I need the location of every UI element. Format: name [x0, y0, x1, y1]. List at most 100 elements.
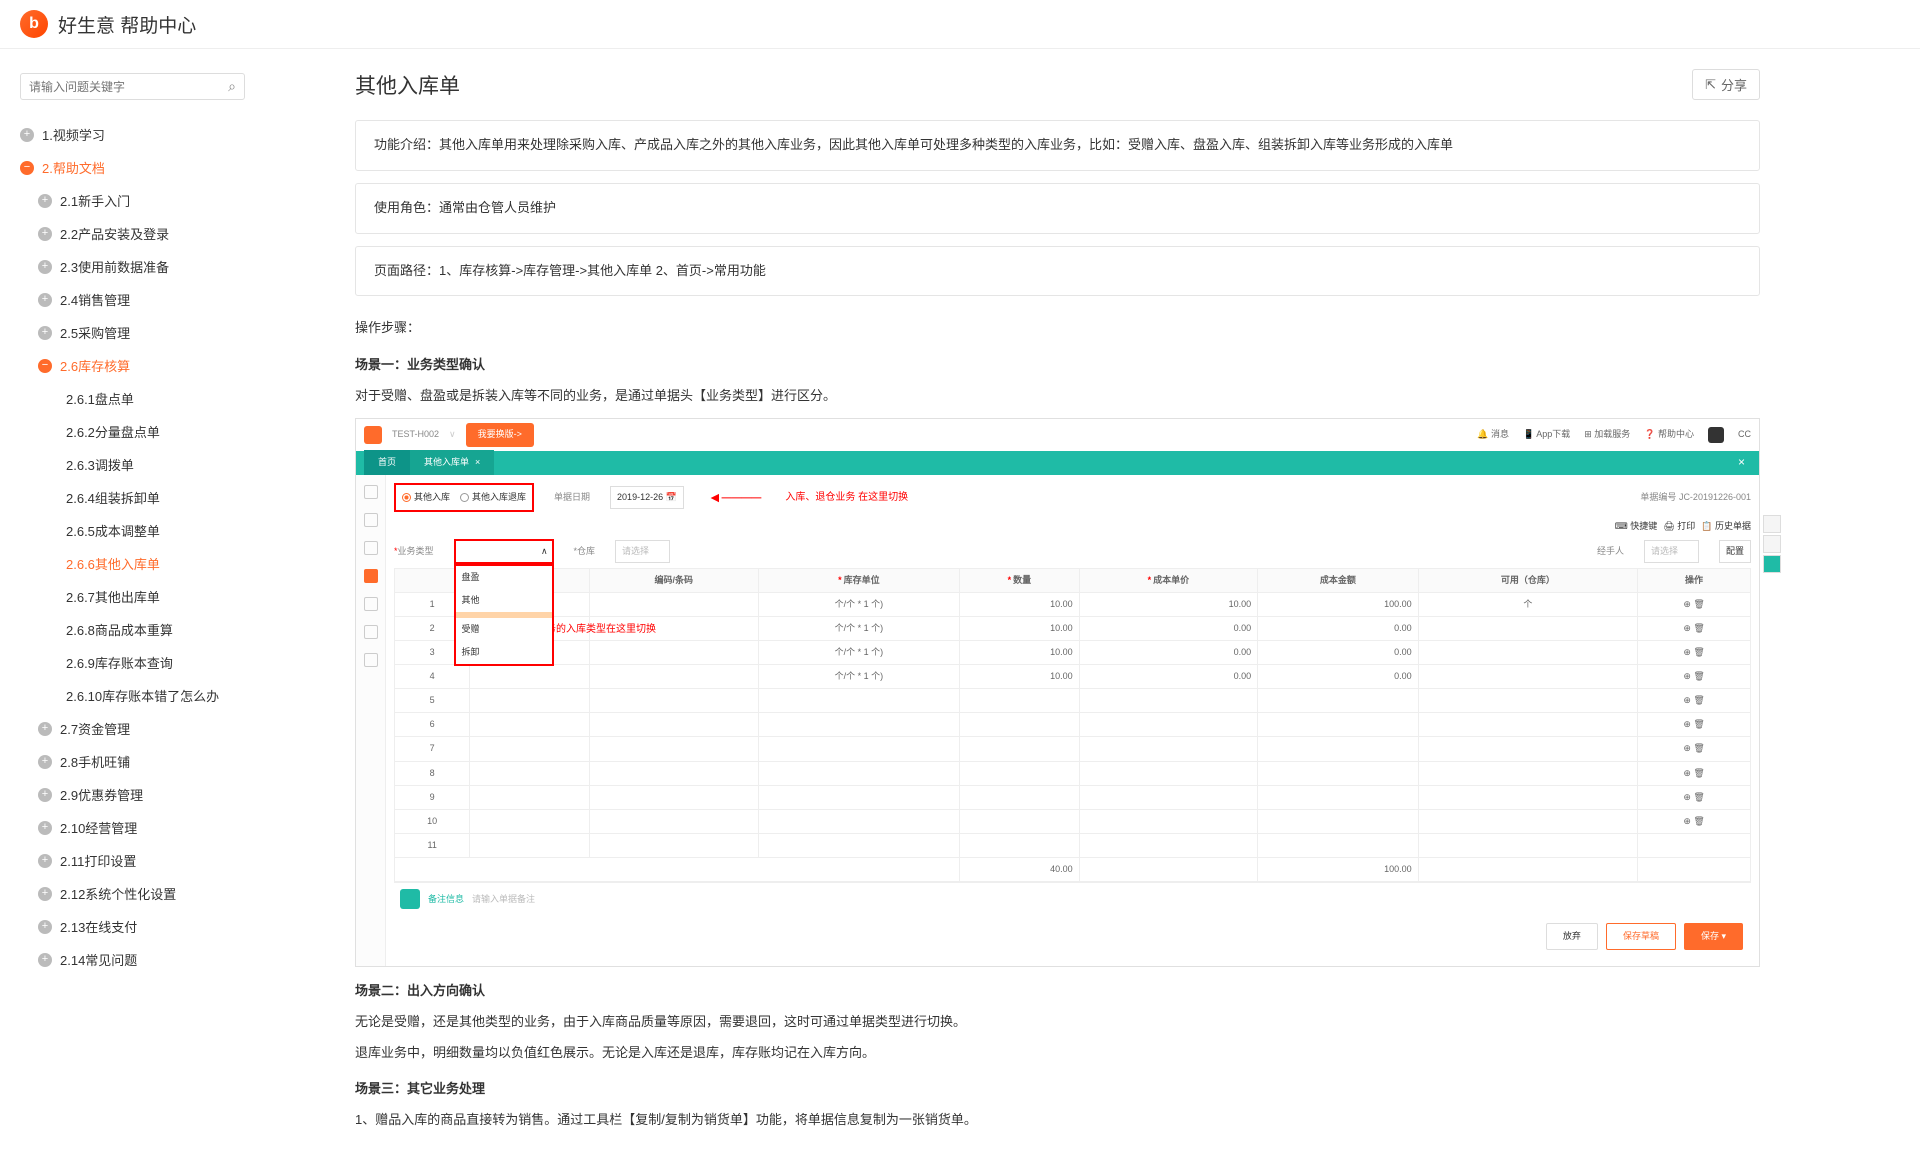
nav-2-4[interactable]: +2.4销售管理 [20, 283, 245, 316]
ss-tab-doc: 其他入库单× [410, 450, 494, 475]
nav-2-13[interactable]: +2.13在线支付 [20, 910, 245, 943]
nav-2-2[interactable]: +2.2产品安装及登录 [20, 217, 245, 250]
nav-2-10[interactable]: +2.10经营管理 [20, 811, 245, 844]
ss-radio-group: 其他入库 其他入库退库 [394, 483, 534, 512]
ss-app-link: 📱 App下载 [1523, 426, 1570, 443]
scene3-text1: 1、赠品入库的商品直接转为销售。通过工具栏【复制/复制为销货单】功能，将单据信息… [355, 1108, 1760, 1133]
ss-side-tools [1763, 515, 1781, 573]
plus-icon: + [38, 293, 52, 307]
minus-icon: − [38, 359, 52, 373]
ss-nav-icon [364, 513, 378, 527]
ss-sidenav [356, 475, 386, 967]
ss-table: 商品编码/条码 库存单位数量 成本单价成本金额 可用（仓库）操作 1个/个 * … [394, 568, 1751, 882]
ss-save-btn: 保存 ▾ [1684, 923, 1743, 950]
steps-label: 操作步骤： [355, 316, 1760, 341]
scene2-text2: 退库业务中，明细数量均以负值红色展示。无论是入库还是退库，库存账均记在入库方向。 [355, 1041, 1760, 1066]
brand-logo: b [20, 10, 48, 38]
scene1-text: 对于受赠、盘盈或是拆装入库等不同的业务，是通过单据头【业务类型】进行区分。 [355, 384, 1760, 409]
plus-icon: + [38, 854, 52, 868]
search-box[interactable]: ⌕ [20, 73, 245, 100]
radio-icon [402, 493, 411, 502]
nav-2-6[interactable]: −2.6库存核算 [20, 349, 245, 382]
ss-date-input: 2019-12-26 📅 [610, 486, 684, 509]
nav-2-7[interactable]: +2.7资金管理 [20, 712, 245, 745]
nav-2-6-10[interactable]: 2.6.10库存账本错了怎么办 [20, 679, 245, 712]
annotation-text: 入库、退仓业务 在这里切换 [785, 488, 908, 507]
role-box: 使用角色：通常由仓管人员维护 [355, 183, 1760, 234]
ss-close-icon: × [1732, 451, 1751, 474]
path-box: 页面路径：1、库存核算->库存管理->其他入库单 2、首页->常用功能 [355, 246, 1760, 297]
ss-memo: 备注信息 请输入单据备注 [394, 882, 1751, 915]
ss-nav-icon [364, 625, 378, 639]
ss-print: 🖨 打印 [1663, 518, 1695, 535]
nav-2-8[interactable]: +2.8手机旺铺 [20, 745, 245, 778]
sidebar: ⌕ +1.视频学习 −2.帮助文档 +2.1新手入门 +2.2产品安装及登录 +… [0, 58, 265, 999]
nav-2-6-6[interactable]: 2.6.6其他入库单 [20, 547, 245, 580]
ss-tool-icon [1763, 515, 1781, 533]
ss-tab-home: 首页 [364, 450, 410, 475]
ss-nav-icon [364, 653, 378, 667]
memo-icon [400, 889, 420, 909]
ss-history: 📋 历史单据 [1701, 518, 1751, 535]
nav-2-6-9[interactable]: 2.6.9库存账本查询 [20, 646, 245, 679]
plus-icon: + [38, 326, 52, 340]
search-icon[interactable]: ⌕ [228, 78, 236, 95]
ss-tool-icon [1763, 535, 1781, 553]
nav-2-11[interactable]: +2.11打印设置 [20, 844, 245, 877]
ss-biztype-dropdown: ∧ [454, 539, 554, 564]
search-input[interactable] [29, 80, 228, 94]
plus-icon: + [20, 128, 34, 142]
nav-video[interactable]: +1.视频学习 [20, 118, 245, 151]
plus-icon: + [38, 722, 52, 736]
plus-icon: + [38, 887, 52, 901]
plus-icon: + [38, 788, 52, 802]
ss-draft-btn: 保存草稿 [1606, 923, 1676, 950]
ss-avatar-icon [1708, 427, 1724, 443]
nav-2-12[interactable]: +2.12系统个性化设置 [20, 877, 245, 910]
nav-2-9[interactable]: +2.9优惠券管理 [20, 778, 245, 811]
page-title: 其他入库单 [355, 70, 460, 100]
plus-icon: + [38, 260, 52, 274]
ss-tool-icon [1763, 555, 1781, 573]
plus-icon: + [38, 755, 52, 769]
nav-2-14[interactable]: +2.14常见问题 [20, 943, 245, 976]
ss-logo-icon [364, 426, 382, 444]
ss-nav-icon-active [364, 569, 378, 583]
ss-dropdown-list: 盘盈 其他 受赠 拆卸 [454, 564, 554, 666]
nav-2-6-4[interactable]: 2.6.4组装拆卸单 [20, 481, 245, 514]
intro-box: 功能介绍：其他入库单用来处理除采购入库、产成品入库之外的其他入库业务，因此其他入… [355, 120, 1760, 171]
plus-icon: + [38, 821, 52, 835]
nav-2-5[interactable]: +2.5采购管理 [20, 316, 245, 349]
nav-2-6-2[interactable]: 2.6.2分量盘点单 [20, 415, 245, 448]
ss-tabs: 首页 其他入库单× × [356, 451, 1759, 475]
nav-2-6-3[interactable]: 2.6.3调拨单 [20, 448, 245, 481]
ss-addon-link: ⊞ 加载服务 [1584, 426, 1630, 443]
scene1-title: 场景一：业务类型确认 [355, 353, 1760, 378]
annotation-arrow-icon: ◄──── [708, 484, 762, 511]
ss-nav-icon [364, 541, 378, 555]
header: b 好生意 帮助中心 [0, 0, 1920, 49]
scene2-text1: 无论是受赠，还是其他类型的业务，由于入库商品质量等原因，需要退回，这时可通过单据… [355, 1010, 1760, 1035]
nav-docs[interactable]: −2.帮助文档 [20, 151, 245, 184]
ss-actions: 放弃 保存草稿 保存 ▾ [394, 915, 1751, 958]
plus-icon: + [38, 953, 52, 967]
nav-2-1[interactable]: +2.1新手入门 [20, 184, 245, 217]
main-content: 其他入库单 ⇱分享 功能介绍：其他入库单用来处理除采购入库、产成品入库之外的其他… [265, 49, 1920, 1159]
plus-icon: + [38, 227, 52, 241]
nav-2-6-5[interactable]: 2.6.5成本调整单 [20, 514, 245, 547]
ss-shortcut: ⌨ 快捷键 [1615, 518, 1658, 535]
ss-nav-icon [364, 597, 378, 611]
nav-2-6-8[interactable]: 2.6.8商品成本重算 [20, 613, 245, 646]
brand-title: 好生意 帮助中心 [58, 11, 196, 38]
ss-convert-btn: 我要换版-> [466, 423, 534, 446]
share-icon: ⇱ [1705, 77, 1716, 93]
ss-help-link: ❓ 帮助中心 [1644, 426, 1694, 443]
embedded-screenshot: TEST-H002 ∨ 我要换版-> 🔔 消息 📱 App下载 ⊞ 加载服务 ❓… [355, 418, 1760, 967]
nav-2-3[interactable]: +2.3使用前数据准备 [20, 250, 245, 283]
ss-nav-icon [364, 485, 378, 499]
nav-2-6-7[interactable]: 2.6.7其他出库单 [20, 580, 245, 613]
share-button[interactable]: ⇱分享 [1692, 69, 1760, 100]
scene2-title: 场景二：出入方向确认 [355, 979, 1760, 1004]
minus-icon: − [20, 161, 34, 175]
nav-2-6-1[interactable]: 2.6.1盘点单 [20, 382, 245, 415]
